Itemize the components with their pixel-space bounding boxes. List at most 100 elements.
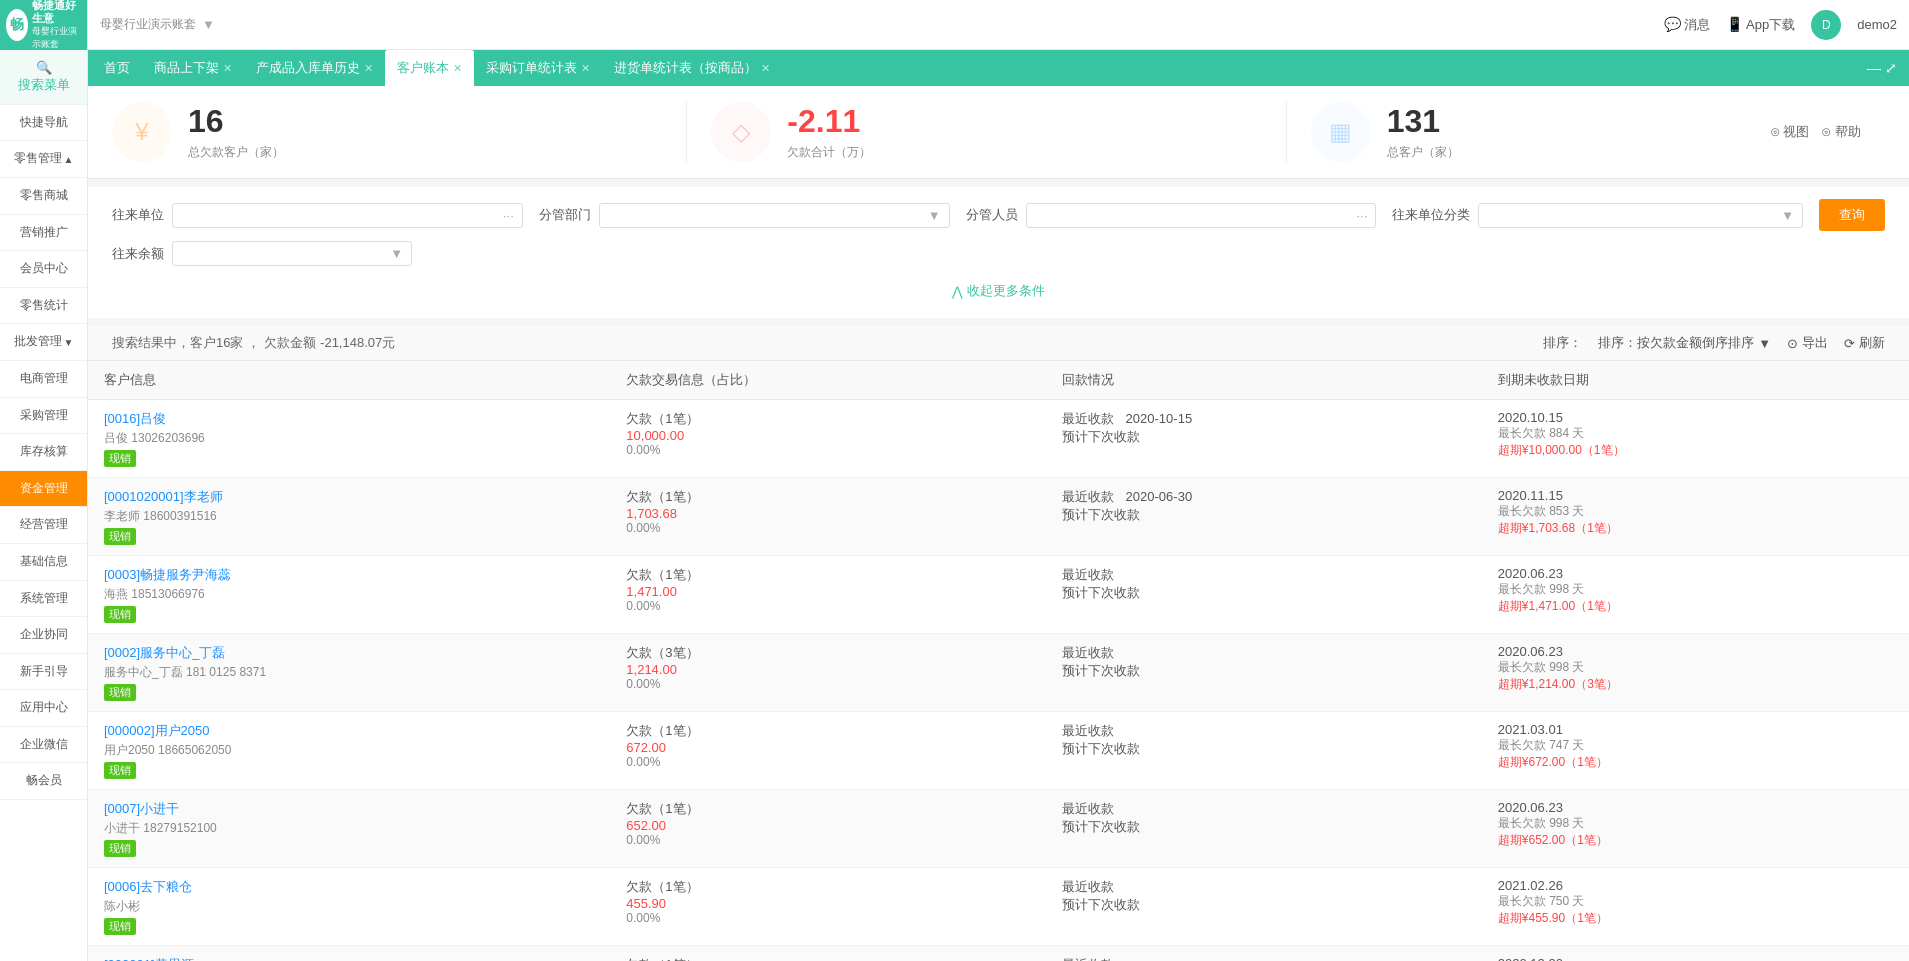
due-date: 2021.02.26 [1498, 878, 1893, 893]
sidebar-item-wholesale[interactable]: 批发管理 ▼ [0, 324, 87, 361]
chevron-icon-balance[interactable]: ▼ [390, 246, 403, 261]
customer-name[interactable]: [0002]服务中心_丁磊 [104, 644, 594, 662]
filter-input-person-wrap[interactable]: ··· [1026, 203, 1377, 228]
filter-input-unit[interactable] [181, 208, 503, 223]
last-collect-label: 最近收款 [1062, 879, 1114, 894]
help-btn[interactable]: ⊙ 帮助 [1821, 123, 1861, 141]
due-date: 2020.11.15 [1498, 488, 1893, 503]
overdue-link[interactable]: 超期¥10,000.00（1笔） [1498, 442, 1893, 459]
stat-value-debt: -2.11 [787, 103, 871, 140]
sidebar-item-apps[interactable]: 应用中心 [0, 690, 87, 727]
tab-close-purchase[interactable]: ✕ [581, 62, 590, 75]
max-overdue: 最长欠款 853 天 [1498, 503, 1893, 520]
stat-label-debt: 欠款合计（万） [787, 144, 871, 161]
sidebar-item-basic-info[interactable]: 基础信息 [0, 544, 87, 581]
collapse-btn[interactable]: ⋀ 收起更多条件 [112, 276, 1885, 306]
company-select[interactable]: 母婴行业演示账套 [100, 16, 196, 33]
chevron-icon-category[interactable]: ▼ [1781, 208, 1794, 223]
tab-close-products[interactable]: ✕ [223, 62, 232, 75]
sidebar-item-members[interactable]: 会员中心 [0, 251, 87, 288]
tab-minimize-btn[interactable]: — [1867, 60, 1881, 76]
sidebar-item-member-plus[interactable]: 畅会员 [0, 763, 87, 800]
sidebar-item-guide[interactable]: 新手引导 [0, 654, 87, 691]
filter-input-person[interactable] [1035, 208, 1357, 223]
tab-production[interactable]: 产成品入库单历史 ✕ [244, 50, 385, 86]
sidebar-item-retail-mall[interactable]: 零售商城 [0, 178, 87, 215]
tab-close-production[interactable]: ✕ [364, 62, 373, 75]
filter-input-dept-wrap[interactable]: ▼ [599, 203, 950, 228]
tab-purchase-order[interactable]: 采购订单统计表 ✕ [474, 50, 602, 86]
logo-sub[interactable]: 母婴行业演示账套 [32, 25, 81, 51]
debt-amount[interactable]: 652.00 [626, 818, 1030, 833]
customer-name[interactable]: [0001020001]李老师 [104, 488, 594, 506]
debt-amount[interactable]: 455.90 [626, 896, 1030, 911]
sidebar-item-inventory[interactable]: 库存核算 [0, 434, 87, 471]
tab-products[interactable]: 商品上下架 ✕ [142, 50, 244, 86]
filter-label-dept: 分管部门 [539, 206, 591, 224]
due-date: 2020.06.23 [1498, 644, 1893, 659]
customer-name[interactable]: [000001]黄思源 [104, 956, 594, 961]
sidebar-item-purchase[interactable]: 采购管理 [0, 398, 87, 435]
sidebar-item-operations[interactable]: 经营管理 [0, 507, 87, 544]
customer-name[interactable]: [000002]用户2050 [104, 722, 594, 740]
sidebar-item-retail-mgmt[interactable]: 零售管理 ▲ [0, 141, 87, 178]
debt-amount[interactable]: 10,000.00 [626, 428, 1030, 443]
overdue-link[interactable]: 超期¥1,703.68（1笔） [1498, 520, 1893, 537]
export-btn[interactable]: ⊙ 导出 [1787, 334, 1828, 352]
sidebar-item-retail-stats[interactable]: 零售统计 [0, 288, 87, 325]
filter-input-unit-wrap[interactable]: ··· [172, 203, 523, 228]
message-btn[interactable]: 💬 消息 [1664, 16, 1711, 34]
refresh-btn[interactable]: ⟳ 刷新 [1844, 334, 1885, 352]
dots-icon-unit[interactable]: ··· [503, 208, 514, 223]
user-avatar[interactable]: D [1811, 10, 1841, 40]
sidebar-item-quick-nav[interactable]: 快捷导航 [0, 105, 87, 142]
debt-count: 欠款（1笔） [626, 722, 1030, 740]
tab-close-inventory[interactable]: ✕ [761, 62, 770, 75]
overdue-link[interactable]: 超期¥1,214.00（3笔） [1498, 676, 1893, 693]
sort-select[interactable]: 排序：按欠款金额倒序排序 ▼ [1598, 334, 1771, 352]
filter-row-2: 往来余额 ▼ [112, 241, 1885, 266]
overdue-link[interactable]: 超期¥652.00（1笔） [1498, 832, 1893, 849]
username-label[interactable]: demo2 [1857, 17, 1897, 32]
filter-input-category[interactable] [1487, 208, 1781, 223]
tab-customer-ledger[interactable]: 客户账本 ✕ [385, 50, 474, 86]
due-date: 2020.06.23 [1498, 566, 1893, 581]
customer-name[interactable]: [0003]畅捷服务尹海蕊 [104, 566, 594, 584]
filter-group-dept: 分管部门 ▼ [539, 203, 950, 228]
filter-input-dept[interactable] [608, 208, 928, 223]
overdue-link[interactable]: 超期¥1,471.00（1笔） [1498, 598, 1893, 615]
collect-info-cell: 最近收款 预计下次收款 [1046, 634, 1482, 712]
debt-amount[interactable]: 1,471.00 [626, 584, 1030, 599]
sidebar-item-collab[interactable]: 企业协同 [0, 617, 87, 654]
filter-input-category-wrap[interactable]: ▼ [1478, 203, 1803, 228]
customer-name[interactable]: [0016]吕俊 [104, 410, 594, 428]
sidebar-item-ecommerce[interactable]: 电商管理 [0, 361, 87, 398]
view-btn[interactable]: ⊙ 视图 [1770, 123, 1810, 141]
company-chevron[interactable]: ▼ [202, 17, 215, 32]
tab-inventory-stats[interactable]: 进货单统计表（按商品） ✕ [602, 50, 782, 86]
sidebar-item-system[interactable]: 系统管理 [0, 581, 87, 618]
dots-icon-person[interactable]: ··· [1356, 208, 1367, 223]
customer-name[interactable]: [0006]去下粮仓 [104, 878, 594, 896]
debt-amount[interactable]: 672.00 [626, 740, 1030, 755]
customer-name[interactable]: [0007]小进干 [104, 800, 594, 818]
search-button[interactable]: 查询 [1819, 199, 1885, 231]
overdue-cell: 2020.12.30 最长欠款 808 天 超期¥429.00（1笔） [1482, 946, 1909, 962]
debt-amount[interactable]: 1,703.68 [626, 506, 1030, 521]
sidebar-item-weixin[interactable]: 企业微信 [0, 727, 87, 764]
overdue-link[interactable]: 超期¥455.90（1笔） [1498, 910, 1893, 927]
sidebar-item-search[interactable]: 🔍 搜索菜单 [0, 50, 87, 105]
filter-input-balance-wrap[interactable]: ▼ [172, 241, 412, 266]
sidebar-item-marketing[interactable]: 营销推广 [0, 215, 87, 252]
app-download-btn[interactable]: 📱 App下载 [1726, 16, 1795, 34]
chevron-icon-dept[interactable]: ▼ [928, 208, 941, 223]
overdue-link[interactable]: 超期¥672.00（1笔） [1498, 754, 1893, 771]
sidebar-item-finance[interactable]: 资金管理 [0, 471, 87, 508]
debt-amount[interactable]: 1,214.00 [626, 662, 1030, 677]
main-area: 母婴行业演示账套 ▼ 💬 消息 📱 App下载 D demo2 首页 商品上下架… [88, 0, 1909, 961]
tab-expand-btn[interactable]: ⤢ [1885, 60, 1897, 76]
tab-close-customer[interactable]: ✕ [453, 62, 462, 75]
sidebar-nav: 🔍 搜索菜单 快捷导航 零售管理 ▲ 零售商城 营销推广 会员中心 零售统计 批… [0, 50, 87, 961]
filter-input-balance[interactable] [181, 246, 390, 261]
tab-home[interactable]: 首页 [92, 50, 142, 86]
